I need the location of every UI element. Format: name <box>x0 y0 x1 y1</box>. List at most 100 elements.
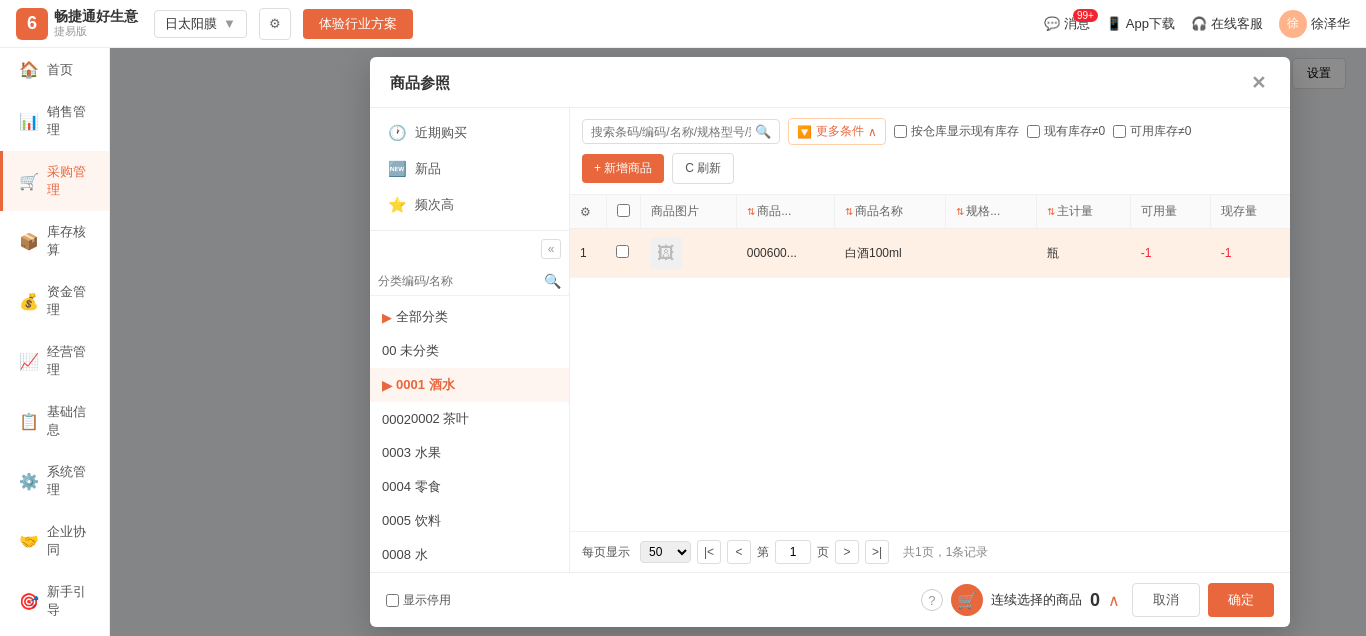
display-disabled-checkbox[interactable] <box>386 594 399 607</box>
sidebar-item-guide[interactable]: 🎯 新手引导 <box>0 571 109 631</box>
col-code: ⇅ 商品... <box>737 195 835 229</box>
sidebar-item-label: 采购管理 <box>47 163 93 199</box>
inventory-icon: 📦 <box>19 232 39 251</box>
home-icon: 🏠 <box>19 60 39 79</box>
current-stock-checkbox-label[interactable]: 现有库存≠0 <box>1027 123 1105 140</box>
modal-close-button[interactable]: ✕ <box>1246 71 1270 95</box>
operations-icon: 📈 <box>19 352 39 371</box>
current-stock-checkbox[interactable] <box>1027 125 1040 138</box>
table-row[interactable]: 1 🖼 000600... 白酒100ml <box>570 229 1290 278</box>
modal-footer: 显示停用 ? 🛒 连续选择的商品 0 ∧ 取消 确定 <box>370 572 1290 627</box>
store-selector[interactable]: 日太阳膜 ▼ <box>154 10 247 38</box>
last-page-button[interactable]: >| <box>865 540 889 564</box>
warehouse-stock-checkbox[interactable] <box>894 125 907 138</box>
category-label: 全部分类 <box>396 308 448 326</box>
sidebar-item-system[interactable]: ⚙️ 系统管理 <box>0 451 109 511</box>
col-checkbox <box>606 195 640 229</box>
more-filter-button[interactable]: 🔽 更多条件 ∧ <box>788 118 886 145</box>
col-name: ⇅ 商品名称 <box>835 195 946 229</box>
collapse-panel-button[interactable]: « <box>541 239 561 259</box>
modal-body: 🕐 近期购买 🆕 新品 ⭐ 频次高 « <box>370 108 1290 572</box>
sidebar-item-basic-info[interactable]: 📋 基础信息 <box>0 391 109 451</box>
col-settings: ⚙ <box>570 195 606 229</box>
sidebar-item-home[interactable]: 🏠 首页 <box>0 48 109 91</box>
col-image: 商品图片 <box>640 195 737 229</box>
category-search-input[interactable] <box>378 274 540 288</box>
warehouse-stock-checkbox-label[interactable]: 按仓库显示现有库存 <box>894 123 1019 140</box>
refresh-product-button[interactable]: C 刷新 <box>672 153 734 184</box>
table-settings-icon[interactable]: ⚙ <box>580 205 591 219</box>
sidebar-item-label: 库存核算 <box>47 223 93 259</box>
right-panel: 🔍 🔽 更多条件 ∧ 按仓库显示现有库存 <box>570 108 1290 572</box>
left-tab-frequent[interactable]: ⭐ 频次高 <box>378 188 561 222</box>
category-0008-water[interactable]: 0008 水 <box>370 538 569 572</box>
messages-nav-item[interactable]: 💬 消息 99+ <box>1044 15 1090 33</box>
display-disabled-checkbox-label[interactable]: 显示停用 <box>386 592 451 609</box>
usable-stock-checkbox[interactable] <box>1113 125 1126 138</box>
category-0003-fruit[interactable]: 0003 水果 <box>370 436 569 470</box>
category-search-icon[interactable]: 🔍 <box>544 273 561 289</box>
usable-stock-checkbox-label[interactable]: 可用库存≠0 <box>1113 123 1191 140</box>
sidebar-item-operations[interactable]: 📈 经营管理 <box>0 331 109 391</box>
col-name-label: 商品名称 <box>855 203 903 220</box>
help-button[interactable]: ? <box>921 589 943 611</box>
search-icon[interactable]: 🔍 <box>755 124 771 139</box>
selected-count: 0 <box>1090 590 1100 611</box>
online-service-nav-item[interactable]: 🎧 在线客服 <box>1191 15 1263 33</box>
table-header-row: ⚙ 商品图片 <box>570 195 1290 229</box>
sidebar-item-inventory[interactable]: 📦 库存核算 <box>0 211 109 271</box>
trial-button[interactable]: 体验行业方案 <box>303 9 413 39</box>
logo-text: 畅捷通好生意 <box>54 8 138 25</box>
page-word: 第 <box>757 544 769 561</box>
current-stock-label: 现有库存≠0 <box>1044 123 1105 140</box>
cancel-button[interactable]: 取消 <box>1132 583 1200 617</box>
modal-title: 商品参照 <box>390 74 450 93</box>
sidebar-item-purchase[interactable]: 🛒 采购管理 <box>0 151 109 211</box>
left-tab-recent[interactable]: 🕐 近期购买 <box>378 116 561 150</box>
product-search-input[interactable] <box>591 125 751 139</box>
cart-button[interactable]: 🛒 <box>951 584 983 616</box>
sidebar-item-sales[interactable]: 📊 销售管理 <box>0 91 109 151</box>
online-service-label: 在线客服 <box>1211 15 1263 33</box>
col-usable: 可用量 <box>1131 195 1211 229</box>
page-size-select[interactable]: 50 100 200 <box>640 541 691 563</box>
sidebar-item-app-center[interactable]: 📱 应用中心 <box>0 631 109 636</box>
new-icon: 🆕 <box>388 160 407 178</box>
username: 徐泽华 <box>1311 15 1350 33</box>
page-number-input[interactable] <box>775 540 811 564</box>
category-0005-beverage[interactable]: 0005 饮料 <box>370 504 569 538</box>
pagination: 每页显示 50 100 200 |< < 第 页 > >| 共1页，1 <box>570 531 1290 572</box>
prev-page-button[interactable]: < <box>727 540 751 564</box>
category-0001-liquor[interactable]: ▶ 0001 酒水 <box>370 368 569 402</box>
col-unit: ⇅ 主计量 <box>1037 195 1131 229</box>
next-page-button[interactable]: > <box>835 540 859 564</box>
left-tab-label: 近期购买 <box>415 124 467 142</box>
filter-icon: 🔽 <box>797 125 812 139</box>
collapse-selected-button[interactable]: ∧ <box>1108 591 1120 610</box>
display-disabled-label: 显示停用 <box>403 592 451 609</box>
sidebar-item-finance[interactable]: 💰 资金管理 <box>0 271 109 331</box>
category-all[interactable]: ▶ 全部分类 <box>370 300 569 334</box>
sidebar-item-collab[interactable]: 🤝 企业协同 <box>0 511 109 571</box>
user-profile[interactable]: 徐 徐泽华 <box>1279 10 1350 38</box>
left-tab-label: 新品 <box>415 160 441 178</box>
star-icon: ⭐ <box>388 196 407 214</box>
settings-button[interactable]: ⚙ <box>259 8 291 40</box>
confirm-button[interactable]: 确定 <box>1208 583 1274 617</box>
category-unclassified[interactable]: 00 未分类 <box>370 334 569 368</box>
app-download-nav-item[interactable]: 📱 App下载 <box>1106 15 1175 33</box>
first-page-button[interactable]: |< <box>697 540 721 564</box>
row-checkbox[interactable] <box>616 245 629 258</box>
select-all-checkbox[interactable] <box>617 204 630 217</box>
row-image-cell: 🖼 <box>640 229 737 278</box>
sort-icon: ⇅ <box>845 206 853 217</box>
category-0004-snack[interactable]: 0004 零食 <box>370 470 569 504</box>
col-code-label: 商品... <box>757 203 791 220</box>
total-info: 共1页，1条记录 <box>903 544 988 561</box>
category-0002-tea[interactable]: 0002 0002 茶叶 <box>370 402 569 436</box>
footer-left: 显示停用 ? 🛒 连续选择的商品 0 ∧ <box>386 584 1120 616</box>
left-tab-new[interactable]: 🆕 新品 <box>378 152 561 186</box>
category-label: 0005 饮料 <box>382 512 441 530</box>
add-product-button[interactable]: + 新增商品 <box>582 154 664 183</box>
row-stock: -1 <box>1211 229 1290 278</box>
